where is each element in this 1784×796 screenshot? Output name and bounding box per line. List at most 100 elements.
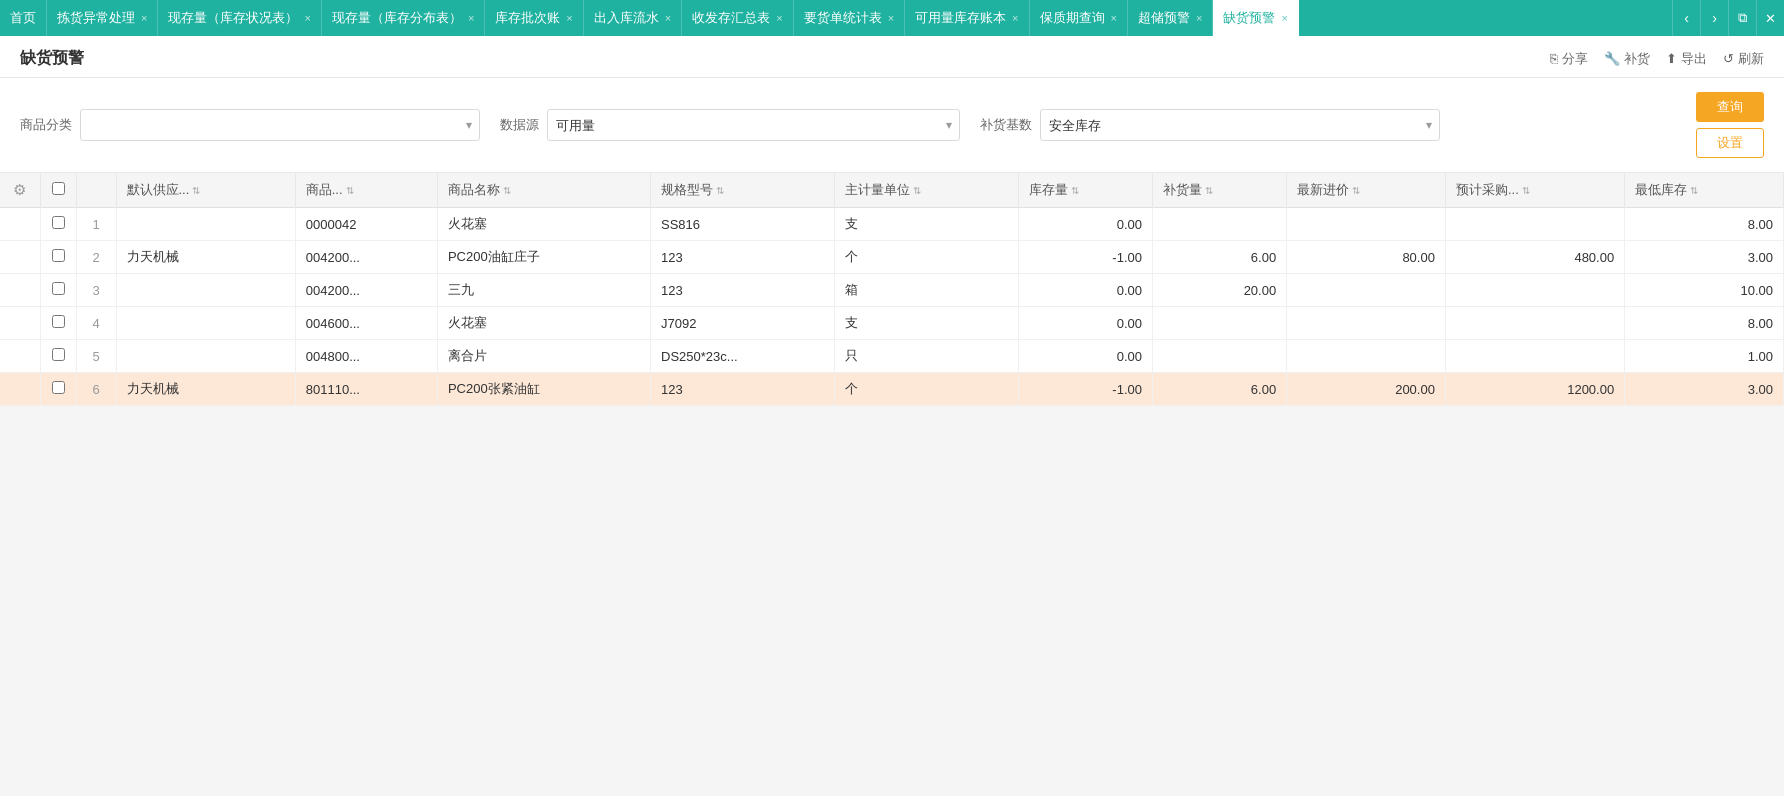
replenish-base-select-wrap: 安全库存 ▾: [1040, 109, 1440, 141]
nav-tab-close-2[interactable]: ×: [304, 12, 310, 24]
nav-tab-close-9[interactable]: ×: [1111, 12, 1117, 24]
col-header-unit[interactable]: 主计量单位⇅: [835, 173, 1018, 208]
row-settings-1: [0, 241, 40, 274]
row-select-4[interactable]: [52, 348, 65, 361]
row-latest-price-2: [1287, 274, 1446, 307]
table-row: 3 004200... 三九 123 箱 0.00 20.00 10.00: [0, 274, 1784, 307]
row-code-0: 0000042: [295, 208, 437, 241]
category-label: 商品分类: [20, 116, 72, 134]
nav-tab-close-4[interactable]: ×: [566, 12, 572, 24]
row-checkbox-5[interactable]: [40, 373, 76, 406]
row-checkbox-2[interactable]: [40, 274, 76, 307]
row-replenish-1: 6.00: [1152, 241, 1286, 274]
row-code-3: 004600...: [295, 307, 437, 340]
col-header-settings[interactable]: ⚙: [0, 173, 40, 208]
row-checkbox-0[interactable]: [40, 208, 76, 241]
nav-tab-close-6[interactable]: ×: [776, 12, 782, 24]
row-stock-2: 0.00: [1018, 274, 1152, 307]
nav-tab-3[interactable]: 现存量（库存分布表）×: [322, 0, 485, 36]
col-header-code[interactable]: 商品...⇅: [295, 173, 437, 208]
row-replenish-2: 20.00: [1152, 274, 1286, 307]
row-unit-3: 支: [835, 307, 1018, 340]
row-select-0[interactable]: [52, 216, 65, 229]
top-nav: 首页拣货异常处理×现存量（库存状况表）×现存量（库存分布表）×库存批次账×出入库…: [0, 0, 1784, 36]
col-header-min-stock[interactable]: 最低库存⇅: [1625, 173, 1784, 208]
share-button[interactable]: ⎘ 分享: [1550, 50, 1588, 68]
col-header-replenish[interactable]: 补货量⇅: [1152, 173, 1286, 208]
nav-tab-9[interactable]: 保质期查询×: [1030, 0, 1128, 36]
row-select-3[interactable]: [52, 315, 65, 328]
row-spec-4: DS250*23c...: [651, 340, 835, 373]
nav-tab-11[interactable]: 缺货预警×: [1213, 0, 1298, 36]
replenish-base-select[interactable]: 安全库存: [1040, 109, 1440, 141]
table-wrap: ⚙ 默认供应...⇅ 商品...⇅ 商品名称⇅: [0, 173, 1784, 406]
sort-icon-stock: ⇅: [1071, 185, 1079, 196]
row-settings-4: [0, 340, 40, 373]
nav-tab-4[interactable]: 库存批次账×: [485, 0, 583, 36]
row-select-2[interactable]: [52, 282, 65, 295]
row-stock-1: -1.00: [1018, 241, 1152, 274]
sort-icon-replenish: ⇅: [1205, 185, 1213, 196]
nav-arrow-left[interactable]: ‹: [1672, 0, 1700, 36]
datasource-select[interactable]: 可用量: [547, 109, 960, 141]
nav-close-btn[interactable]: ✕: [1756, 0, 1784, 36]
row-min-stock-1: 3.00: [1625, 241, 1784, 274]
row-checkbox-1[interactable]: [40, 241, 76, 274]
replenish-button[interactable]: 🔧 补货: [1604, 50, 1650, 68]
nav-tab-0[interactable]: 首页: [0, 0, 47, 36]
row-name-2: 三九: [437, 274, 650, 307]
filter-replenish-base: 补货基数 安全库存 ▾: [980, 109, 1440, 141]
row-latest-price-1: 80.00: [1287, 241, 1446, 274]
col-header-spec[interactable]: 规格型号⇅: [651, 173, 835, 208]
row-name-3: 火花塞: [437, 307, 650, 340]
row-checkbox-3[interactable]: [40, 307, 76, 340]
nav-tab-close-7[interactable]: ×: [888, 12, 894, 24]
row-select-1[interactable]: [52, 249, 65, 262]
nav-tab-1[interactable]: 拣货异常处理×: [47, 0, 158, 36]
table-row: 4 004600... 火花塞 J7092 支 0.00 8.00: [0, 307, 1784, 340]
row-select-5[interactable]: [52, 381, 65, 394]
refresh-button[interactable]: ↺ 刷新: [1723, 50, 1764, 68]
select-all-checkbox[interactable]: [52, 182, 65, 195]
row-supplier-2: [116, 274, 295, 307]
col-header-latest-price[interactable]: 最新进价⇅: [1287, 173, 1446, 208]
row-unit-2: 箱: [835, 274, 1018, 307]
nav-tab-7[interactable]: 要货单统计表×: [794, 0, 905, 36]
nav-restore-btn[interactable]: ⧉: [1728, 0, 1756, 36]
col-header-forecast[interactable]: 预计采购...⇅: [1445, 173, 1624, 208]
row-settings-2: [0, 274, 40, 307]
nav-tab-close-11[interactable]: ×: [1281, 12, 1287, 24]
nav-tab-2[interactable]: 现存量（库存状况表）×: [158, 0, 321, 36]
row-latest-price-3: [1287, 307, 1446, 340]
category-select[interactable]: [80, 109, 480, 141]
nav-tab-close-5[interactable]: ×: [665, 12, 671, 24]
row-index-1: 2: [76, 241, 116, 274]
query-button[interactable]: 查询: [1696, 92, 1764, 122]
row-unit-1: 个: [835, 241, 1018, 274]
row-spec-0: SS816: [651, 208, 835, 241]
export-button[interactable]: ⬆ 导出: [1666, 50, 1707, 68]
nav-arrow-right[interactable]: ›: [1700, 0, 1728, 36]
col-header-name[interactable]: 商品名称⇅: [437, 173, 650, 208]
row-forecast-5: 1200.00: [1445, 373, 1624, 406]
row-replenish-0: [1152, 208, 1286, 241]
col-header-stock[interactable]: 库存量⇅: [1018, 173, 1152, 208]
row-index-0: 1: [76, 208, 116, 241]
row-settings-3: [0, 307, 40, 340]
data-table: ⚙ 默认供应...⇅ 商品...⇅ 商品名称⇅: [0, 173, 1784, 406]
nav-controls: ‹ › ⧉ ✕: [1672, 0, 1784, 36]
nav-tab-close-10[interactable]: ×: [1196, 12, 1202, 24]
settings-gear-icon[interactable]: ⚙: [13, 181, 26, 198]
nav-tab-close-3[interactable]: ×: [468, 12, 474, 24]
nav-tab-close-8[interactable]: ×: [1012, 12, 1018, 24]
row-checkbox-4[interactable]: [40, 340, 76, 373]
sort-icon-spec: ⇅: [716, 185, 724, 196]
nav-tab-8[interactable]: 可用量库存账本×: [905, 0, 1029, 36]
setting-button[interactable]: 设置: [1696, 128, 1764, 158]
nav-tab-close-1[interactable]: ×: [141, 12, 147, 24]
col-header-supplier[interactable]: 默认供应...⇅: [116, 173, 295, 208]
datasource-select-wrap: 可用量 ▾: [547, 109, 960, 141]
nav-tab-5[interactable]: 出入库流水×: [584, 0, 682, 36]
nav-tab-10[interactable]: 超储预警×: [1128, 0, 1213, 36]
nav-tab-6[interactable]: 收发存汇总表×: [682, 0, 793, 36]
